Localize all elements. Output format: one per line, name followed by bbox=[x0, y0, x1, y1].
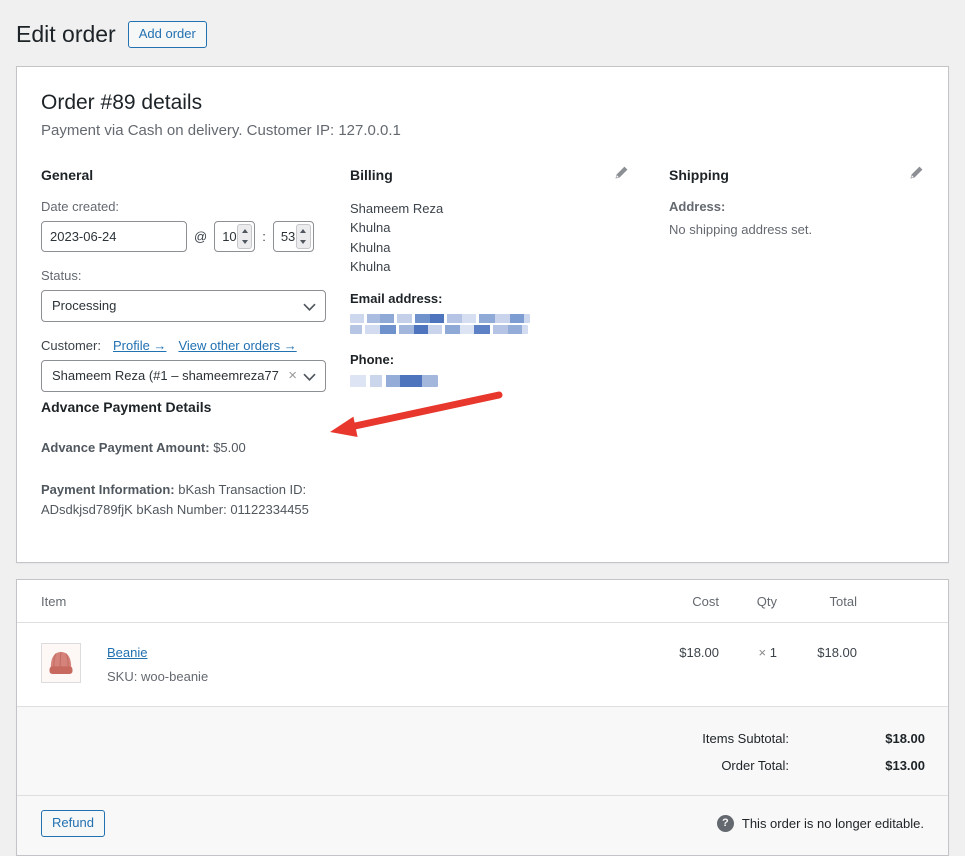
stepper-up-icon[interactable] bbox=[297, 225, 310, 237]
admin-page: Edit order Add order Order #89 details P… bbox=[0, 0, 965, 856]
item-cost: $18.00 bbox=[679, 644, 719, 660]
date-created-input[interactable] bbox=[41, 220, 187, 252]
product-sku: SKU: woo-beanie bbox=[107, 668, 209, 684]
edit-shipping-icon[interactable] bbox=[909, 165, 924, 180]
qty-times-symbol: × bbox=[758, 644, 767, 660]
items-footer: Refund ? This order is no longer editabl… bbox=[17, 794, 948, 855]
uneditable-notice-text: This order is no longer editable. bbox=[741, 815, 924, 831]
hour-stepper[interactable]: 10 bbox=[214, 220, 256, 252]
date-row: @ 10 : 53 bbox=[41, 220, 326, 252]
column-header-qty: Qty bbox=[756, 593, 777, 609]
uneditable-notice: ? This order is no longer editable. bbox=[716, 814, 924, 832]
refund-button[interactable]: Refund bbox=[41, 809, 105, 837]
order-total-value: $13.00 bbox=[885, 757, 925, 773]
clear-selection-icon[interactable]: × bbox=[288, 367, 297, 384]
order-total-label: Order Total: bbox=[721, 757, 789, 773]
order-title: Order #89 details bbox=[41, 90, 203, 114]
billing-address-line: Khulna bbox=[350, 220, 391, 236]
billing-name: Shameem Reza bbox=[350, 200, 444, 216]
table-row: Beanie SKU: woo-beanie $18.00 × 1 $18.00 bbox=[17, 623, 948, 707]
page-title: Edit order bbox=[16, 21, 116, 47]
customer-select[interactable]: Shameem Reza (#1 – shameemreza77... × bbox=[41, 359, 326, 392]
item-total: $18.00 bbox=[817, 644, 857, 660]
advance-payment-amount: Advance Payment Amount: $5.00 bbox=[41, 440, 326, 455]
general-column: General Date created: @ 10 : 53 Status: bbox=[41, 167, 326, 520]
hour-stepper-buttons[interactable] bbox=[237, 223, 253, 249]
stepper-down-icon[interactable] bbox=[238, 236, 251, 248]
payment-info-label: Payment Information: bbox=[41, 481, 175, 497]
order-data-columns: General Date created: @ 10 : 53 Status: bbox=[41, 165, 924, 520]
chevron-down-icon bbox=[303, 373, 316, 381]
column-header-item: Item bbox=[41, 593, 67, 609]
minute-stepper-buttons[interactable] bbox=[295, 223, 311, 249]
status-select[interactable]: Processing bbox=[41, 289, 326, 322]
status-selected-value: Processing bbox=[52, 298, 117, 314]
redacted-email bbox=[350, 313, 601, 334]
advance-amount-value: $5.00 bbox=[213, 439, 246, 455]
add-order-button[interactable]: Add order bbox=[127, 21, 207, 49]
product-link[interactable]: Beanie bbox=[107, 645, 147, 660]
order-total-row: Order Total: $13.00 bbox=[17, 752, 925, 779]
billing-column: Billing Shameem Reza Khulna Khulna Khuln… bbox=[350, 165, 629, 520]
phone-label: Phone: bbox=[350, 351, 395, 367]
payment-information: Payment Information: bKash Transaction I… bbox=[41, 480, 326, 520]
view-other-orders-link[interactable]: View other orders → bbox=[178, 338, 296, 353]
edit-billing-icon[interactable] bbox=[614, 165, 629, 180]
date-created-label: Date created: bbox=[41, 198, 120, 214]
billing-address-line: Khulna bbox=[350, 239, 391, 255]
items-subtotal-label: Items Subtotal: bbox=[702, 730, 789, 746]
profile-link[interactable]: Profile → bbox=[113, 338, 166, 353]
order-totals: Items Subtotal: $18.00 Order Total: $13.… bbox=[17, 706, 948, 795]
at-separator: @ bbox=[194, 228, 208, 244]
item-qty: × 1 bbox=[719, 643, 777, 660]
shipping-address-value: No shipping address set. bbox=[669, 221, 813, 237]
product-thumbnail bbox=[41, 642, 81, 683]
column-header-cost: Cost bbox=[692, 593, 719, 609]
customer-selected-value: Shameem Reza (#1 – shameemreza77... bbox=[52, 368, 279, 384]
billing-address-line: Khulna bbox=[350, 259, 391, 275]
stepper-up-icon[interactable] bbox=[238, 225, 251, 237]
order-meta: Payment via Cash on delivery. Customer I… bbox=[41, 121, 401, 139]
customer-row: Customer: Profile → View other orders → bbox=[41, 338, 326, 353]
shipping-address-label: Address: bbox=[669, 198, 726, 214]
order-details-panel: Order #89 details Payment via Cash on de… bbox=[16, 65, 949, 563]
time-separator: : bbox=[262, 228, 266, 244]
beanie-image bbox=[49, 651, 73, 674]
advance-amount-label: Advance Payment Amount: bbox=[41, 439, 210, 455]
page-header: Edit order Add order bbox=[16, 20, 949, 50]
redacted-phone bbox=[350, 374, 438, 387]
hour-value: 10 bbox=[222, 228, 237, 244]
qty-value: 1 bbox=[769, 644, 777, 660]
advance-payment-heading: Advance Payment Details bbox=[41, 398, 212, 415]
column-header-total: Total bbox=[829, 593, 857, 609]
order-items-panel: Item Cost Qty Total Beanie SKU: woo-bean… bbox=[16, 578, 949, 856]
help-icon[interactable]: ? bbox=[716, 814, 734, 832]
chevron-down-icon bbox=[303, 303, 316, 311]
customer-label: Customer: bbox=[41, 337, 101, 353]
minute-stepper[interactable]: 53 bbox=[272, 220, 314, 252]
item-info: Beanie SKU: woo-beanie bbox=[81, 643, 629, 684]
items-table-header: Item Cost Qty Total bbox=[17, 580, 948, 623]
stepper-down-icon[interactable] bbox=[297, 236, 310, 248]
items-subtotal-value: $18.00 bbox=[885, 730, 925, 746]
billing-heading: Billing bbox=[350, 166, 393, 183]
minute-value: 53 bbox=[280, 228, 296, 244]
shipping-heading: Shipping bbox=[669, 166, 729, 183]
shipping-column: Shipping Address: No shipping address se… bbox=[669, 165, 924, 520]
status-label: Status: bbox=[41, 267, 82, 283]
items-subtotal-row: Items Subtotal: $18.00 bbox=[17, 725, 925, 752]
general-heading: General bbox=[41, 166, 94, 183]
email-address-label: Email address: bbox=[350, 290, 443, 306]
